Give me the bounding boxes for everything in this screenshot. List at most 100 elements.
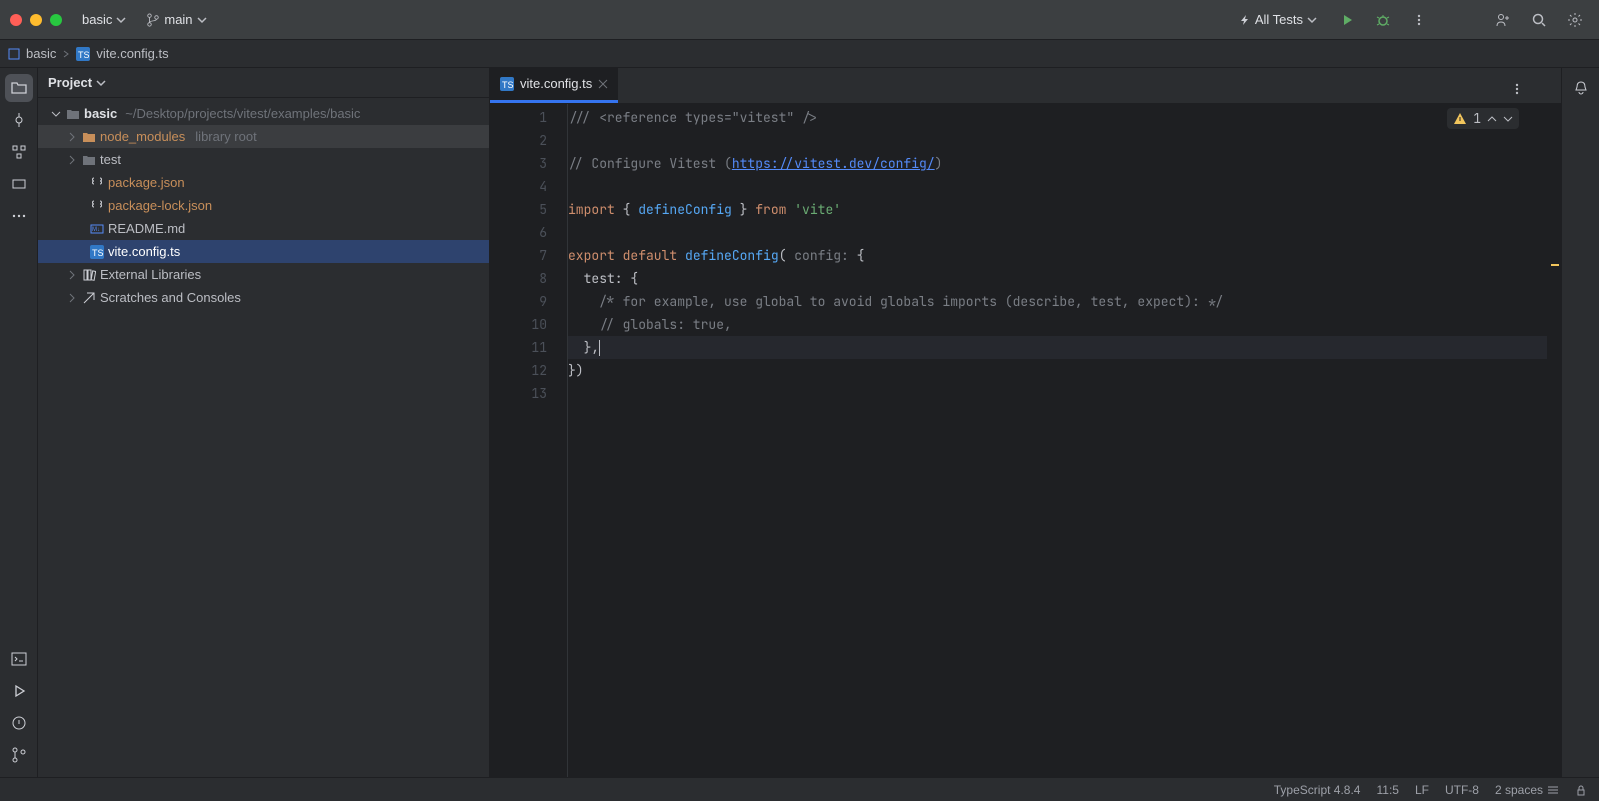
tree-package-json[interactable]: package.json <box>38 171 489 194</box>
right-tool-strip <box>1561 68 1599 777</box>
folder-icon <box>82 153 96 167</box>
code-area[interactable]: 1 /// <reference types="vitest" /> // Co… <box>568 104 1547 777</box>
code-line: test: { <box>568 267 1547 290</box>
line-number[interactable]: 6 <box>490 221 567 244</box>
branch-name: main <box>164 12 192 27</box>
play-icon <box>12 684 26 698</box>
ts-file-icon: TS <box>500 77 514 91</box>
project-selector-label: basic <box>82 12 112 27</box>
tree-node-modules[interactable]: node_modules library root <box>38 125 489 148</box>
tree-external-libs[interactable]: External Libraries <box>38 263 489 286</box>
fullscreen-window-button[interactable] <box>50 14 62 26</box>
chevron-up-icon[interactable] <box>1487 114 1497 124</box>
structure-tool-button[interactable] <box>5 138 33 166</box>
code-line: /// <reference types="vitest" /> <box>568 106 1547 129</box>
project-panel-title: Project <box>48 75 92 90</box>
breadcrumb-separator <box>62 50 70 58</box>
line-number[interactable]: 2 <box>490 129 567 152</box>
chevron-down-icon[interactable] <box>50 109 62 119</box>
close-tab-button[interactable] <box>598 79 608 89</box>
problems-tool-button[interactable] <box>5 709 33 737</box>
search-everywhere-button[interactable] <box>1525 6 1553 34</box>
package-json-label: package.json <box>108 175 185 190</box>
chevron-down-icon[interactable] <box>1503 114 1513 124</box>
chevron-right-icon[interactable] <box>66 293 78 303</box>
tree-scratches[interactable]: Scratches and Consoles <box>38 286 489 309</box>
breadcrumb-root[interactable]: basic <box>26 46 56 61</box>
error-strip[interactable] <box>1547 104 1561 777</box>
breadcrumb-file[interactable]: vite.config.ts <box>96 46 168 61</box>
line-number[interactable]: 12 <box>490 359 567 382</box>
code-with-me-button[interactable] <box>1489 6 1517 34</box>
status-caret-pos[interactable]: 11:5 <box>1376 783 1398 797</box>
inspection-widget[interactable]: 1 <box>1447 108 1519 129</box>
package-lock-label: package-lock.json <box>108 198 212 213</box>
line-number[interactable]: 8 <box>490 267 567 290</box>
more-tools-button[interactable] <box>5 202 33 230</box>
run-tool-button[interactable] <box>5 677 33 705</box>
warning-mark[interactable] <box>1551 264 1559 266</box>
status-readonly[interactable] <box>1575 784 1587 796</box>
project-panel: Project basic ~/Desktop/projects/vitest/… <box>38 68 490 777</box>
chevron-right-icon[interactable] <box>66 155 78 165</box>
tab-options-button[interactable] <box>1503 75 1531 103</box>
chevron-right-icon[interactable] <box>66 132 78 142</box>
run-config-selector[interactable]: All Tests <box>1239 12 1317 27</box>
line-number[interactable]: 1 <box>490 106 567 129</box>
bell-icon <box>1573 80 1589 96</box>
scratches-label: Scratches and Consoles <box>100 290 241 305</box>
window-controls <box>10 14 62 26</box>
settings-button[interactable] <box>1561 6 1589 34</box>
tree-package-lock[interactable]: package-lock.json <box>38 194 489 217</box>
tree-root[interactable]: basic ~/Desktop/projects/vitest/examples… <box>38 102 489 125</box>
project-tool-button[interactable] <box>5 74 33 102</box>
status-bar: TypeScript 4.8.4 11:5 LF UTF-8 2 spaces <box>0 777 1599 801</box>
root-path: ~/Desktop/projects/vitest/examples/basic <box>125 106 360 121</box>
debug-button[interactable] <box>1369 6 1397 34</box>
code-line: // globals: true, <box>568 313 1547 336</box>
svg-text:TS: TS <box>92 248 104 258</box>
project-selector[interactable]: basic <box>82 12 126 27</box>
code-line: /* for example, use global to avoid glob… <box>568 290 1547 313</box>
structure-icon <box>11 144 27 160</box>
editor-tab-active[interactable]: TS vite.config.ts <box>490 67 618 103</box>
terminal-icon <box>11 651 27 667</box>
gutter: 1 2 3 4 5 6 7 8 9 10 11 12 13 <box>490 104 568 777</box>
editor-body[interactable]: 1 2 3 4 5 6 7 8 9 10 11 12 13 1 <box>490 104 1561 777</box>
more-horizontal-icon <box>11 208 27 224</box>
line-number[interactable]: 10 <box>490 313 567 336</box>
line-number[interactable]: 4 <box>490 175 567 198</box>
run-button[interactable] <box>1333 6 1361 34</box>
line-number[interactable]: 5 <box>490 198 567 221</box>
tree-readme[interactable]: M↓ README.md <box>38 217 489 240</box>
line-number[interactable]: 9 <box>490 290 567 313</box>
tree-vite-config[interactable]: TS vite.config.ts <box>38 240 489 263</box>
status-encoding[interactable]: UTF-8 <box>1445 783 1479 797</box>
bookmark-icon <box>11 176 27 192</box>
notifications-button[interactable] <box>1567 74 1595 102</box>
project-view-selector[interactable]: Project <box>48 75 106 90</box>
play-icon <box>1340 13 1354 27</box>
line-number[interactable]: 11 <box>490 336 567 359</box>
line-number[interactable]: 3 <box>490 152 567 175</box>
tab-label: vite.config.ts <box>520 76 592 91</box>
project-panel-header: Project <box>38 68 489 98</box>
project-tree[interactable]: basic ~/Desktop/projects/vitest/examples… <box>38 98 489 777</box>
line-number[interactable]: 13 <box>490 382 567 405</box>
commit-icon <box>11 112 27 128</box>
minimize-window-button[interactable] <box>30 14 42 26</box>
more-actions-button[interactable] <box>1405 6 1433 34</box>
vcs-tool-button[interactable] <box>5 741 33 769</box>
close-window-button[interactable] <box>10 14 22 26</box>
commit-tool-button[interactable] <box>5 106 33 134</box>
bookmarks-tool-button[interactable] <box>5 170 33 198</box>
tree-test-folder[interactable]: test <box>38 148 489 171</box>
status-lang[interactable]: TypeScript 4.8.4 <box>1274 783 1361 797</box>
branch-selector[interactable]: main <box>146 12 206 27</box>
line-number[interactable]: 7 <box>490 244 567 267</box>
chevron-right-icon[interactable] <box>66 270 78 280</box>
ts-file-icon: TS <box>76 47 90 61</box>
terminal-tool-button[interactable] <box>5 645 33 673</box>
status-indent[interactable]: 2 spaces <box>1495 783 1559 797</box>
status-line-sep[interactable]: LF <box>1415 783 1429 797</box>
